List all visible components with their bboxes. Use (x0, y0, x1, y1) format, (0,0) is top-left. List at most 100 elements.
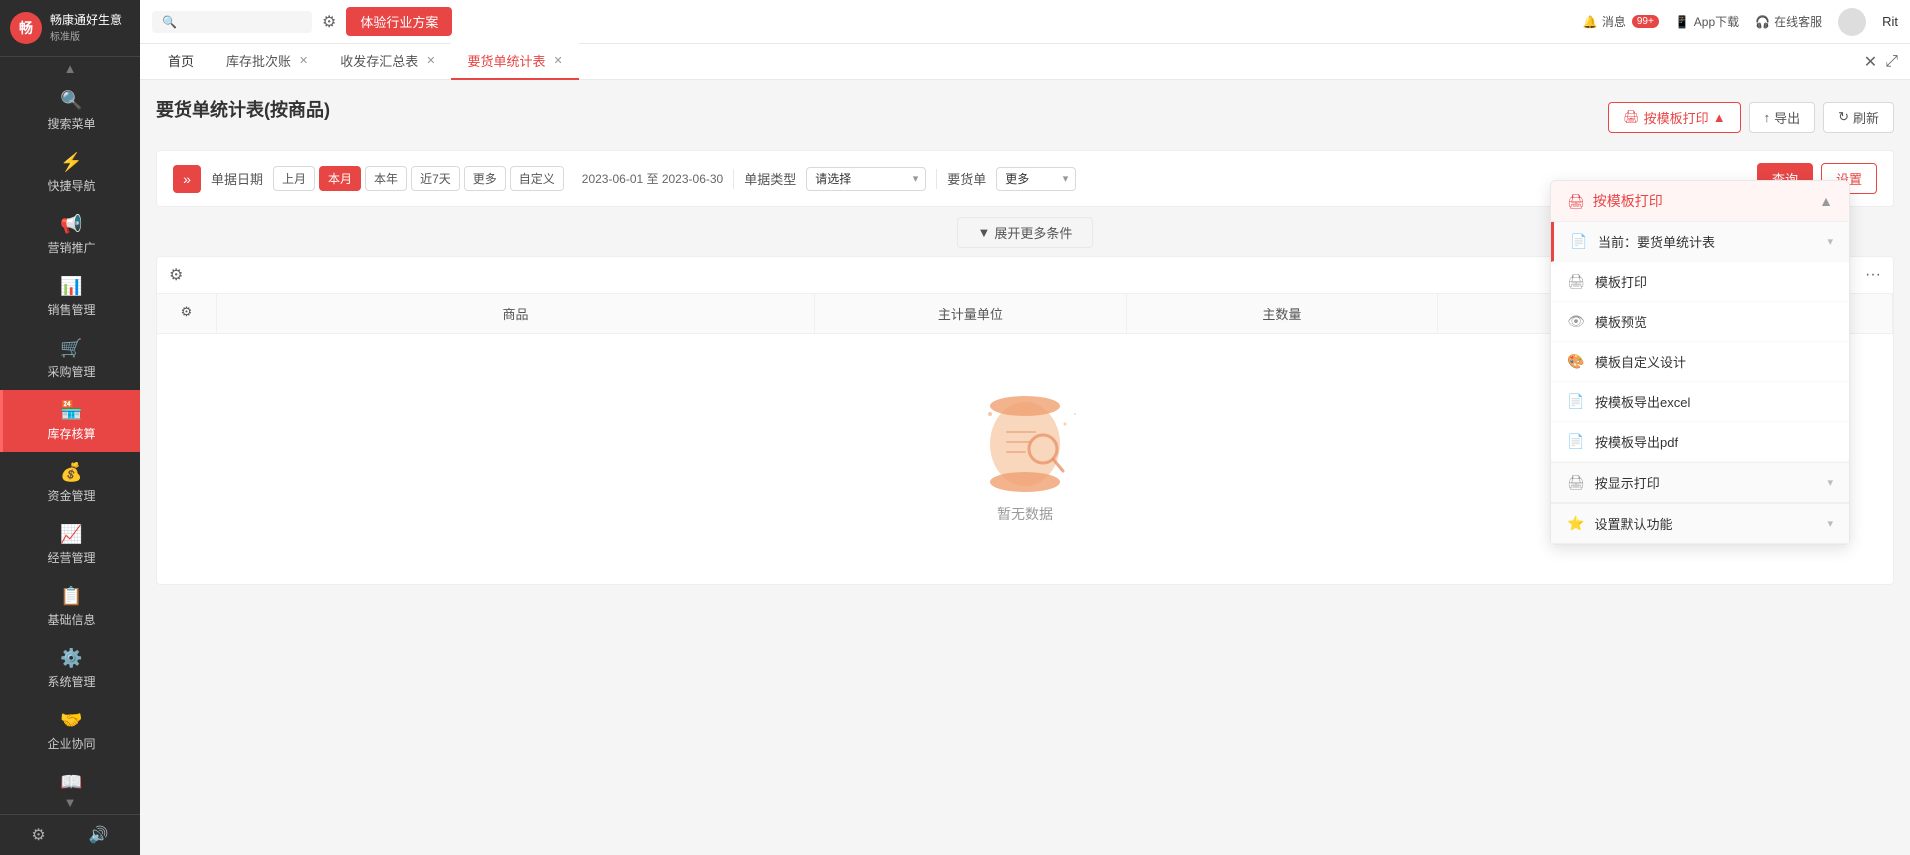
order-filter-select-wrap: 更多 (996, 167, 1076, 191)
tab-receipt-summary-close[interactable]: ✕ (426, 54, 435, 67)
notification-badge: 99+ (1632, 15, 1659, 28)
type-filter-label: 单据类型 (744, 169, 796, 188)
sound-icon[interactable]: 🔊 (89, 825, 109, 845)
expand-more-btn[interactable]: ▼ 展开更多条件 (957, 217, 1094, 248)
dropdown-chevron-icon[interactable]: ▲ (1819, 193, 1833, 209)
export-excel-label: 按模板导出excel (1595, 392, 1690, 411)
sidebar-item-label: 采购管理 (47, 363, 95, 380)
empty-text: 暂无数据 (997, 504, 1053, 524)
refresh-btn-label: 刷新 (1853, 108, 1879, 127)
tab-order-stats-label: 要货单统计表 (467, 51, 545, 70)
dropdown-current-item[interactable]: 📄 当前：要货单统计表 ▾ (1551, 222, 1849, 262)
tab-home[interactable]: 首页 (152, 43, 210, 80)
date-range-display: 2023-06-01 至 2023-06-30 (582, 170, 723, 187)
sidebar-item-finance[interactable]: 💰 资金管理 (0, 452, 140, 514)
tab-inventory-batch-close[interactable]: ✕ (299, 54, 308, 67)
trial-btn[interactable]: 体验行业方案 (346, 7, 452, 36)
page-title: 要货单统计表(按商品) (156, 96, 330, 122)
tab-receipt-summary[interactable]: 收发存汇总表 ✕ (324, 43, 451, 80)
set-default-arrow: ▾ (1827, 517, 1833, 530)
more-options-icon[interactable]: ··· (1865, 266, 1881, 284)
sidebar-item-basic[interactable]: 📋 基础信息 (0, 576, 140, 638)
app-download-btn[interactable]: 📱 App下载 (1675, 13, 1739, 30)
dropdown-template-print-item[interactable]: 🖨 模板打印 (1551, 262, 1849, 302)
dropdown-header: 🖨 按模板打印 ▲ (1551, 181, 1849, 222)
order-filter-select[interactable]: 更多 (996, 167, 1076, 191)
template-preview-icon: 👁 (1567, 313, 1585, 330)
settings-bottom-icon[interactable]: ⚙ (31, 825, 45, 845)
current-template-label: 当前：要货单统计表 (1598, 232, 1715, 251)
date-last-month-btn[interactable]: 上月 (273, 166, 315, 191)
sidebar-item-label: 资金管理 (47, 487, 95, 504)
date-year-btn[interactable]: 本年 (365, 166, 407, 191)
dropdown-export-excel-item[interactable]: 📄 按模板导出excel (1551, 382, 1849, 422)
dropdown-template-design-item[interactable]: 🎨 模板自定义设计 (1551, 342, 1849, 382)
tab-expand-btn[interactable]: ⤢ (1885, 53, 1898, 71)
printer-dropdown-icon: 🖨 (1567, 193, 1585, 210)
notification-label: 消息 (1602, 13, 1626, 30)
basic-icon: 📋 (60, 586, 82, 607)
sidebar-item-sales[interactable]: 📊 销售管理 (0, 266, 140, 328)
sidebar-item-corp[interactable]: 🤝 企业协同 (0, 700, 140, 762)
app-badge: 标准版 (50, 28, 122, 43)
date-custom-btn[interactable]: 自定义 (510, 166, 564, 191)
sidebar-item-purchase[interactable]: 🛒 采购管理 (0, 328, 140, 390)
print-btn[interactable]: 🖨 按模板打印 ▲ (1608, 102, 1740, 133)
export-btn[interactable]: ↑ 导出 (1749, 102, 1816, 133)
sidebar-item-search[interactable]: 🔍 搜索菜单 (0, 80, 140, 142)
dropdown-export-pdf-item[interactable]: 📄 按模板导出pdf (1551, 422, 1849, 462)
dropdown-set-default-section[interactable]: ⭐ 设置默认功能 ▾ (1551, 503, 1849, 544)
notification-btn[interactable]: 🔔 消息 99+ (1583, 13, 1659, 30)
sidebar-item-guide[interactable]: 📖 新手引导 (0, 762, 140, 791)
sidebar-item-inventory[interactable]: 🏪 库存核算 (0, 390, 140, 452)
template-print-label: 模板打印 (1595, 272, 1647, 291)
table-gear-icon[interactable]: ⚙ (169, 265, 183, 285)
page-toolbar: 🖨 按模板打印 ▲ ↑ 导出 ↻ 刷新 (1608, 102, 1894, 133)
bell-icon: 🔔 (1583, 15, 1598, 29)
print-chevron-icon: ▲ (1713, 110, 1726, 125)
dropdown-template-preview-item[interactable]: 👁 模板预览 (1551, 302, 1849, 342)
topbar: 🔍 ⚙ 体验行业方案 🔔 消息 99+ 📱 App下载 🎧 在线客服 Rit (140, 0, 1910, 44)
refresh-btn[interactable]: ↻ 刷新 (1823, 102, 1894, 133)
tab-close-all-btn[interactable]: ✕ (1864, 52, 1877, 72)
finance-icon: 💰 (60, 462, 82, 483)
filter-divider2 (936, 169, 937, 189)
sidebar-item-shortcut[interactable]: ⚡ 快捷导航 (0, 142, 140, 204)
tab-bar: 首页 库存批次账 ✕ 收发存汇总表 ✕ 要货单统计表 ✕ ✕ ⤢ (140, 44, 1910, 80)
inventory-icon: 🏪 (60, 400, 82, 421)
date-more-btn[interactable]: 更多 (464, 166, 506, 191)
topbar-right: 🔔 消息 99+ 📱 App下载 🎧 在线客服 Rit (1583, 8, 1898, 36)
sidebar-item-label: 系统管理 (47, 673, 95, 690)
dropdown-display-print-section[interactable]: 🖨 按显示打印 ▾ (1551, 462, 1849, 503)
tab-order-stats-close[interactable]: ✕ (554, 54, 563, 67)
tab-receipt-summary-label: 收发存汇总表 (340, 51, 418, 70)
search-bar[interactable]: 🔍 (152, 11, 312, 33)
tab-inventory-batch-label: 库存批次账 (226, 51, 291, 70)
export-icon: ↑ (1764, 110, 1771, 125)
date-current-month-btn[interactable]: 本月 (319, 166, 361, 191)
online-service-label: 在线客服 (1774, 13, 1822, 30)
template-print-icon: 🖨 (1567, 273, 1585, 290)
sidebar-item-label: 库存核算 (47, 425, 95, 442)
avatar[interactable] (1838, 8, 1866, 36)
tab-order-stats[interactable]: 要货单统计表 ✕ (451, 43, 578, 80)
topbar-gear-icon[interactable]: ⚙ (322, 12, 336, 32)
date-7days-btn[interactable]: 近7天 (411, 166, 460, 191)
th-product: 商品 (217, 294, 815, 333)
empty-svg-icon (965, 394, 1085, 494)
sidebar-item-marketing[interactable]: 📢 营销推广 (0, 204, 140, 266)
tab-inventory-batch[interactable]: 库存批次账 ✕ (210, 43, 324, 80)
filter-divider (733, 169, 734, 189)
online-service-btn[interactable]: 🎧 在线客服 (1755, 13, 1822, 30)
type-filter-select[interactable]: 请选择 (806, 167, 926, 191)
marketing-icon: 📢 (60, 214, 82, 235)
printer-icon: 🖨 (1623, 109, 1640, 125)
sidebar-item-label: 快捷导航 (47, 177, 95, 194)
sidebar-item-operation[interactable]: 📈 经营管理 (0, 514, 140, 576)
sidebar-scroll-up[interactable]: ▲ (0, 57, 140, 80)
sidebar-item-label: 企业协同 (47, 735, 95, 752)
tab-actions: ✕ ⤢ (1864, 52, 1898, 72)
filter-expand-btn[interactable]: » (173, 165, 201, 193)
sidebar-scroll-down[interactable]: ▼ (0, 791, 140, 814)
sidebar-item-system[interactable]: ⚙️ 系统管理 (0, 638, 140, 700)
